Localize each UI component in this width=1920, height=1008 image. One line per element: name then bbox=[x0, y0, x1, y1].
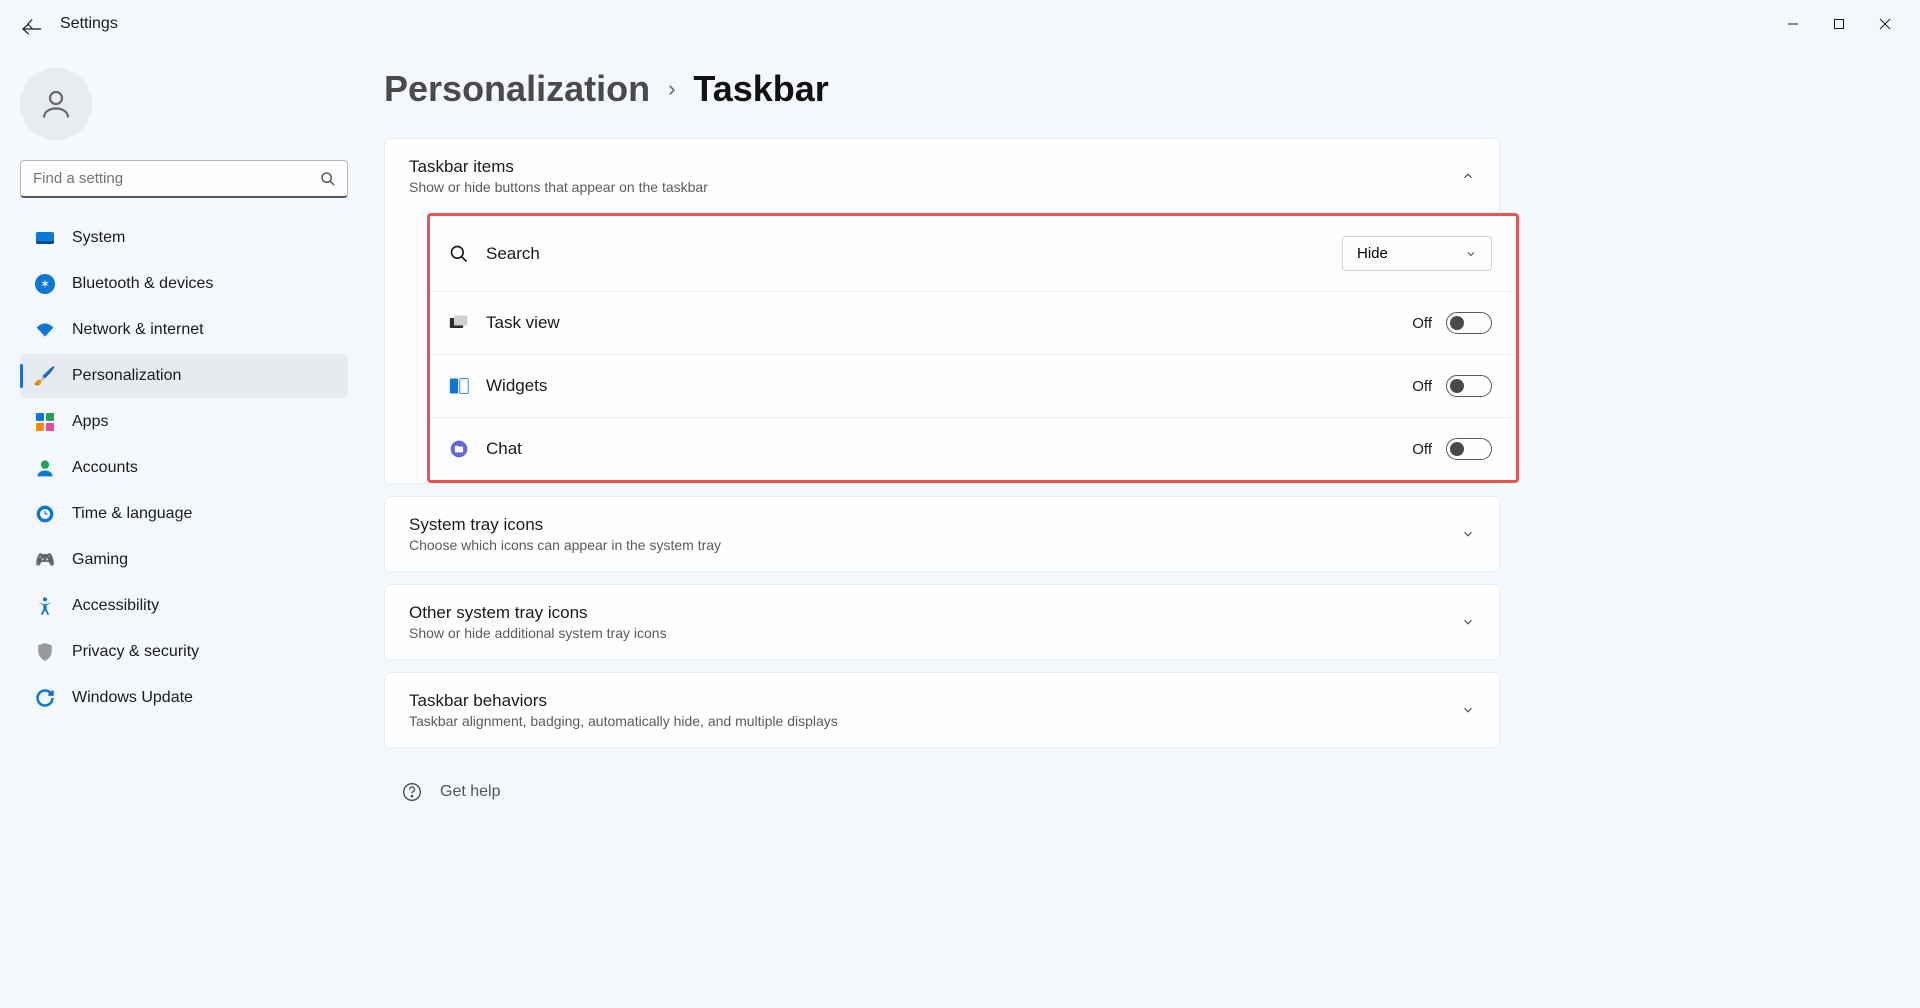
close-button[interactable] bbox=[1862, 8, 1908, 40]
taskbar-behaviors-card[interactable]: Taskbar behaviors Taskbar alignment, bad… bbox=[384, 672, 1500, 748]
section-subtitle: Taskbar alignment, badging, automaticall… bbox=[409, 713, 838, 729]
chat-row: Chat Off bbox=[430, 417, 1516, 480]
sidebar-item-label: Network & internet bbox=[72, 321, 204, 339]
search-icon bbox=[320, 171, 336, 187]
toggle-label: Off bbox=[1412, 315, 1432, 332]
toggle-label: Off bbox=[1412, 441, 1432, 458]
taskbar-items-header[interactable]: Taskbar items Show or hide buttons that … bbox=[385, 139, 1499, 213]
system-tray-card[interactable]: System tray icons Choose which icons can… bbox=[384, 496, 1500, 572]
nav: System ✶ Bluetooth & devices Network & i… bbox=[20, 216, 348, 720]
get-help-link[interactable]: Get help bbox=[402, 782, 1500, 802]
section-subtitle: Choose which icons can appear in the sys… bbox=[409, 537, 721, 553]
display-icon bbox=[34, 227, 56, 249]
breadcrumb-current: Taskbar bbox=[693, 68, 828, 110]
sidebar-item-label: Privacy & security bbox=[72, 643, 199, 661]
section-title: Taskbar behaviors bbox=[409, 691, 838, 711]
paintbrush-icon: 🖌️ bbox=[34, 365, 56, 387]
sidebar-item-label: Accounts bbox=[72, 459, 138, 477]
search-wrap bbox=[20, 160, 348, 198]
sidebar-item-gaming[interactable]: 🎮 Gaming bbox=[20, 538, 348, 582]
row-label: Widgets bbox=[486, 376, 547, 396]
section-title: Other system tray icons bbox=[409, 603, 667, 623]
breadcrumb-parent[interactable]: Personalization bbox=[384, 68, 650, 110]
chevron-down-icon bbox=[1465, 248, 1477, 260]
sidebar-item-label: System bbox=[72, 229, 125, 247]
sidebar-item-label: Windows Update bbox=[72, 689, 193, 707]
arrow-left-icon bbox=[22, 22, 42, 36]
breadcrumb: Personalization › Taskbar bbox=[384, 68, 1500, 110]
widgets-row: Widgets Off bbox=[430, 354, 1516, 417]
titlebar: Settings bbox=[0, 0, 1920, 48]
sidebar-item-label: Bluetooth & devices bbox=[72, 275, 213, 293]
sidebar-item-update[interactable]: Windows Update bbox=[20, 676, 348, 720]
sidebar-item-accounts[interactable]: Accounts bbox=[20, 446, 348, 490]
row-label: Task view bbox=[486, 313, 560, 333]
maximize-button[interactable] bbox=[1816, 8, 1862, 40]
sidebar-item-privacy[interactable]: Privacy & security bbox=[20, 630, 348, 674]
main-content: Personalization › Taskbar Taskbar items … bbox=[368, 48, 1920, 1008]
section-title: Taskbar items bbox=[409, 157, 708, 177]
taskbar-items-card: Taskbar items Show or hide buttons that … bbox=[384, 138, 1500, 484]
sidebar-item-accessibility[interactable]: Accessibility bbox=[20, 584, 348, 628]
apps-icon bbox=[34, 411, 56, 433]
taskview-icon bbox=[448, 312, 470, 334]
chevron-up-icon bbox=[1461, 169, 1475, 183]
section-subtitle: Show or hide additional system tray icon… bbox=[409, 625, 667, 641]
sidebar: System ✶ Bluetooth & devices Network & i… bbox=[0, 48, 368, 1008]
search-dropdown[interactable]: Hide bbox=[1342, 236, 1492, 271]
row-label: Search bbox=[486, 244, 540, 264]
chevron-down-icon bbox=[1461, 615, 1475, 629]
sidebar-item-time[interactable]: Time & language bbox=[20, 492, 348, 536]
clock-globe-icon bbox=[34, 503, 56, 525]
chevron-right-icon: › bbox=[668, 76, 675, 102]
close-icon bbox=[1879, 18, 1891, 30]
chevron-down-icon bbox=[1461, 527, 1475, 541]
taskbar-search-row: Search Hide bbox=[430, 216, 1516, 291]
section-subtitle: Show or hide buttons that appear on the … bbox=[409, 179, 708, 195]
sidebar-item-personalization[interactable]: 🖌️ Personalization bbox=[20, 354, 348, 398]
chevron-down-icon bbox=[1461, 703, 1475, 717]
sidebar-item-label: Accessibility bbox=[72, 597, 159, 615]
minimize-button[interactable] bbox=[1770, 8, 1816, 40]
minimize-icon bbox=[1787, 18, 1799, 30]
widgets-icon bbox=[448, 375, 470, 397]
chat-icon bbox=[448, 438, 470, 460]
help-label: Get help bbox=[440, 783, 500, 801]
taskview-row: Task view Off bbox=[430, 291, 1516, 354]
wifi-icon bbox=[34, 319, 56, 341]
sidebar-item-network[interactable]: Network & internet bbox=[20, 308, 348, 352]
shield-icon bbox=[34, 641, 56, 663]
person-icon bbox=[34, 457, 56, 479]
sidebar-item-label: Gaming bbox=[72, 551, 128, 569]
maximize-icon bbox=[1833, 18, 1845, 30]
sidebar-item-label: Personalization bbox=[72, 367, 181, 385]
chat-toggle[interactable] bbox=[1446, 438, 1492, 460]
other-tray-card[interactable]: Other system tray icons Show or hide add… bbox=[384, 584, 1500, 660]
toggle-label: Off bbox=[1412, 378, 1432, 395]
dropdown-value: Hide bbox=[1357, 245, 1388, 262]
app-title: Settings bbox=[60, 15, 118, 33]
sidebar-item-bluetooth[interactable]: ✶ Bluetooth & devices bbox=[20, 262, 348, 306]
gamepad-icon: 🎮 bbox=[34, 549, 56, 571]
accessibility-icon bbox=[34, 595, 56, 617]
section-title: System tray icons bbox=[409, 515, 721, 535]
widgets-toggle[interactable] bbox=[1446, 375, 1492, 397]
search-input[interactable] bbox=[20, 160, 348, 198]
window-controls bbox=[1770, 8, 1908, 40]
avatar[interactable] bbox=[20, 68, 92, 140]
taskview-toggle[interactable] bbox=[1446, 312, 1492, 334]
sidebar-item-label: Apps bbox=[72, 413, 108, 431]
update-icon bbox=[34, 687, 56, 709]
sidebar-item-label: Time & language bbox=[72, 505, 192, 523]
sidebar-item-apps[interactable]: Apps bbox=[20, 400, 348, 444]
person-icon bbox=[38, 86, 74, 122]
bluetooth-icon: ✶ bbox=[34, 273, 56, 295]
sidebar-item-system[interactable]: System bbox=[20, 216, 348, 260]
highlighted-region: Search Hide Task view Off bbox=[427, 213, 1519, 483]
search-icon bbox=[448, 243, 470, 265]
row-label: Chat bbox=[486, 439, 522, 459]
help-icon bbox=[402, 782, 422, 802]
